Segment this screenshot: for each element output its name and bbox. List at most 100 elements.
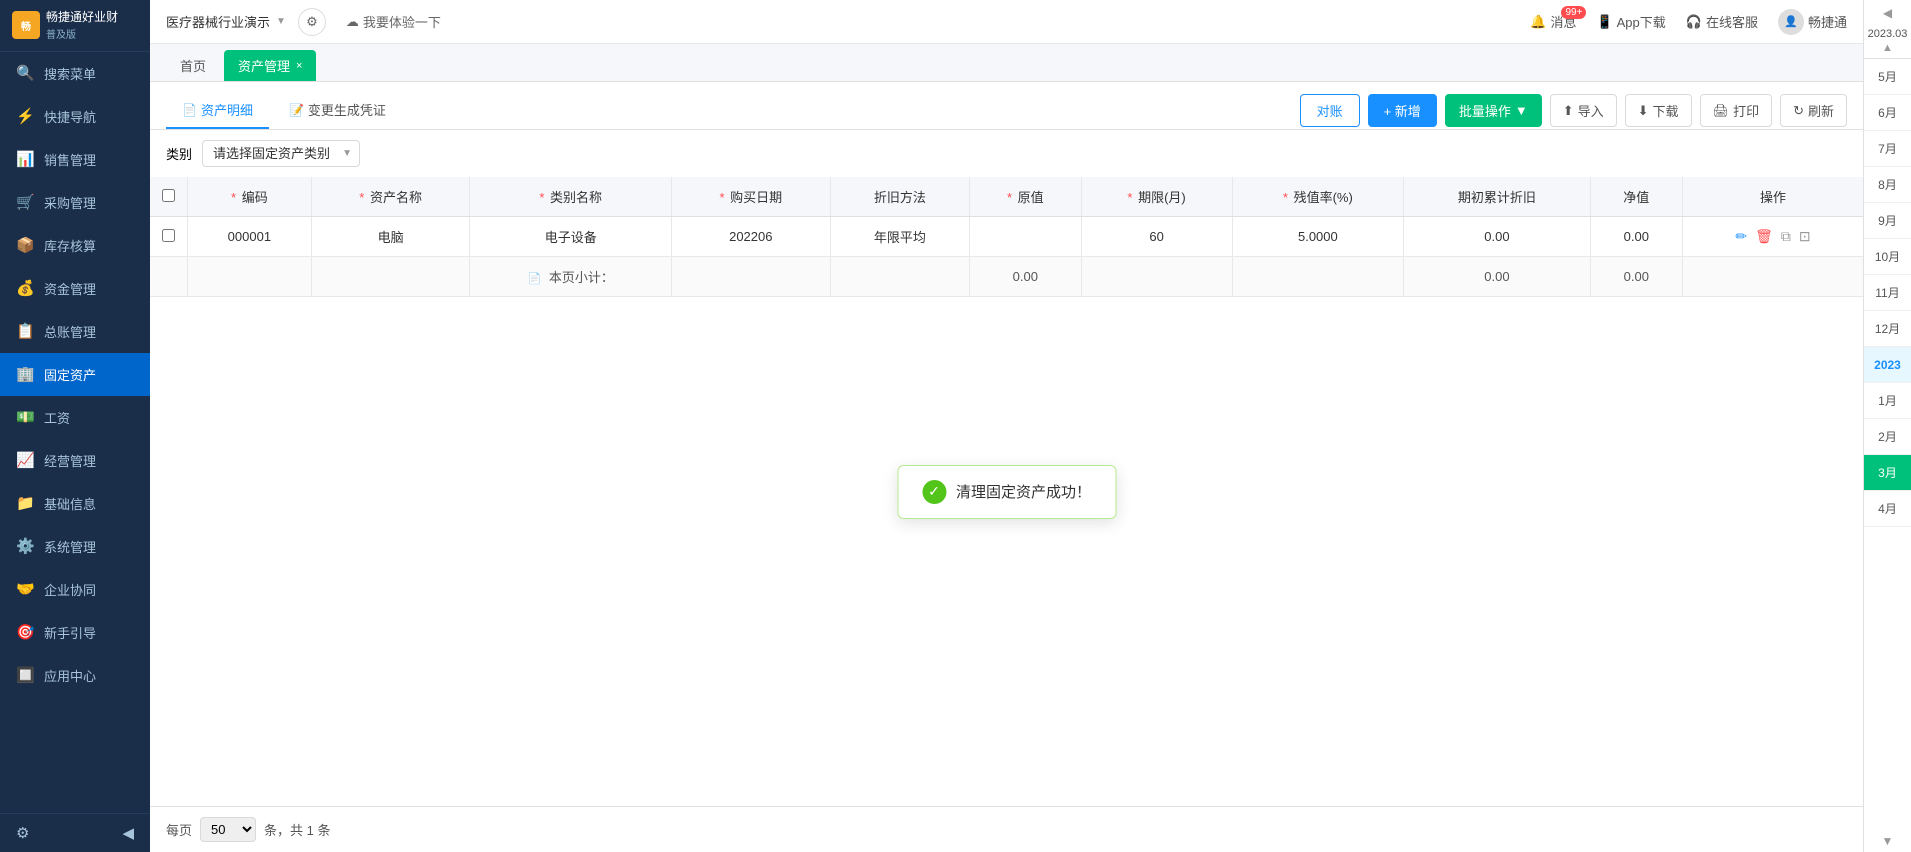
sidebar-item-system[interactable]: ⚙️ 系统管理 [0,525,150,568]
panel-up-icon[interactable]: ▲ [1882,42,1893,54]
online-service-button[interactable]: 🎧 在线客服 [1686,12,1758,31]
th-net-value: 净值 [1590,177,1682,217]
tab-close-icon[interactable]: × [296,60,302,72]
sidebar-item-quicknav[interactable]: ⚡ 快捷导航 [0,95,150,138]
print-button[interactable]: 🖨 打印 [1700,94,1773,127]
ops-buttons: ✏ 🗑 ⧉ ⊡ [1695,228,1851,245]
tab-asset-management[interactable]: 资产管理 × [224,50,316,81]
month-item-may[interactable]: 5月 [1864,59,1911,95]
th-accumulated-depreciation: 期初累计折旧 [1404,177,1590,217]
th-depreciation-method: 折旧方法 [830,177,969,217]
month-item-jul[interactable]: 7月 [1864,131,1911,167]
panel-year-month: 2023.03 [1866,22,1910,42]
sidebar-item-assets[interactable]: 🏢 固定资产 [0,353,150,396]
tab-home[interactable]: 首页 [166,50,220,81]
duizhang-button[interactable]: 对账 [1300,94,1360,127]
filter-label: 类别 [166,144,192,163]
month-item-aug[interactable]: 8月 [1864,167,1911,203]
mobile-icon: 📱 [1596,14,1612,30]
company-caret-icon: ▼ [276,16,286,27]
select-all-checkbox[interactable] [162,189,175,202]
tab-asset-detail[interactable]: 📄 资产明细 [166,92,269,129]
apps-icon: 🔲 [16,666,34,684]
import-button[interactable]: ⬆ 导入 [1550,94,1617,127]
right-panel-header: ◀ 2023.03 ▲ [1864,0,1911,59]
cell-original-value [970,217,1082,257]
month-item-apr[interactable]: 4月 [1864,491,1911,527]
bell-icon: 🔔 [1530,14,1546,30]
month-item-sep[interactable]: 9月 [1864,203,1911,239]
download-button[interactable]: ⬇ 下载 [1625,94,1692,127]
company-name: 医疗器械行业演示 [166,12,270,31]
th-checkbox [150,177,188,217]
asset-table-wrap: * 编码 * 资产名称 * 类别名称 * 购买日 [150,177,1863,806]
settings-icon[interactable]: ⚙ [16,824,29,842]
app-download-button[interactable]: 📱 App下载 [1596,12,1665,31]
user-profile[interactable]: 👤 畅捷通 [1778,9,1847,35]
sidebar-item-search[interactable]: 🔍 搜索菜单 [0,52,150,95]
sidebar-item-inventory[interactable]: 📦 库存核算 [0,224,150,267]
sidebar-item-capital[interactable]: 💰 资金管理 [0,267,150,310]
th-code: * 编码 [188,177,312,217]
month-item-jun[interactable]: 6月 [1864,95,1911,131]
sub-tabs: 📄 资产明细 📝 变更生成凭证 对账 + 新增 批量操作 ▼ ⬆ 导入 [150,82,1863,130]
month-item-dec[interactable]: 12月 [1864,311,1911,347]
sidebar-item-apps[interactable]: 🔲 应用中心 [0,654,150,697]
ledger-icon: 📋 [16,322,34,340]
month-item-feb[interactable]: 2月 [1864,419,1911,455]
sidebar-item-purchase[interactable]: 🛒 采购管理 [0,181,150,224]
change-voucher-icon: 📝 [289,103,304,117]
sidebar-item-ledger[interactable]: 📋 总账管理 [0,310,150,353]
content-tabs: 首页 资产管理 × [150,44,1863,82]
success-icon: ✓ [922,480,946,504]
notifications-button[interactable]: 🔔 消息 99+ [1530,12,1576,31]
company-selector[interactable]: 医疗器械行业演示 ▼ [166,12,286,31]
new-button[interactable]: + 新增 [1368,94,1437,127]
sidebar-item-collab[interactable]: 🤝 企业协同 [0,568,150,611]
edit-button[interactable]: ✏ [1735,228,1747,245]
subtotal-accumulated: 0.00 [1404,257,1590,297]
delete-button[interactable]: 🗑 [1755,228,1773,245]
sidebar-logo: 畅 畅捷通好业财 普及版 [0,0,150,52]
month-item-mar[interactable]: 3月 [1864,455,1911,491]
month-item-nov[interactable]: 11月 [1864,275,1911,311]
cell-operations: ✏ 🗑 ⧉ ⊡ [1682,217,1863,257]
system-icon: ⚙️ [16,537,34,555]
collab-icon: 🤝 [16,580,34,598]
notification-badge: 99+ [1561,6,1586,19]
category-filter-select[interactable]: 请选择固定资产类别 [202,140,360,167]
tab-change-voucher[interactable]: 📝 变更生成凭证 [273,92,402,129]
logo-icon: 畅 [12,11,40,39]
th-original-value: * 原值 [970,177,1082,217]
refresh-button[interactable]: ↻ 刷新 [1780,94,1847,127]
cell-period: 60 [1081,217,1232,257]
batch-operation-button[interactable]: 批量操作 ▼ [1445,94,1542,127]
cloud-icon: ☁ [346,14,359,30]
sidebar-item-salary[interactable]: 💵 工资 [0,396,150,439]
sidebar-item-sales[interactable]: 📊 销售管理 [0,138,150,181]
row-checkbox[interactable] [162,229,175,242]
th-category: * 类别名称 [470,177,671,217]
collapse-icon[interactable]: ◀ [122,824,134,842]
cell-residual-rate: 5.0000 [1232,217,1404,257]
more-button[interactable]: ⊡ [1799,228,1811,245]
header-settings-button[interactable]: ⚙ [298,8,326,36]
page-content: 📄 资产明细 📝 变更生成凭证 对账 + 新增 批量操作 ▼ ⬆ 导入 [150,82,1863,852]
sidebar-item-basic[interactable]: 📁 基础信息 [0,482,150,525]
experience-button[interactable]: ☁ 我要体验一下 [346,12,441,31]
copy-button[interactable]: ⧉ [1781,228,1791,245]
month-item-jan[interactable]: 1月 [1864,383,1911,419]
sidebar-item-guide[interactable]: 🎯 新手引导 [0,611,150,654]
search-icon: 🔍 [16,64,34,82]
subtotal-net-value: 0.00 [1590,257,1682,297]
th-period: * 期限(月) [1081,177,1232,217]
panel-down-button[interactable]: ▼ [1864,830,1911,852]
logo-text: 畅捷通好业财 普及版 [46,10,118,41]
guide-icon: 🎯 [16,623,34,641]
sidebar-item-business[interactable]: 📈 经营管理 [0,439,150,482]
page-size-select[interactable]: 50 20 100 [200,817,256,842]
capital-icon: 💰 [16,279,34,297]
panel-toggle-icon[interactable]: ◀ [1881,4,1894,22]
th-residual-rate: * 残值率(%) [1232,177,1404,217]
month-item-oct[interactable]: 10月 [1864,239,1911,275]
